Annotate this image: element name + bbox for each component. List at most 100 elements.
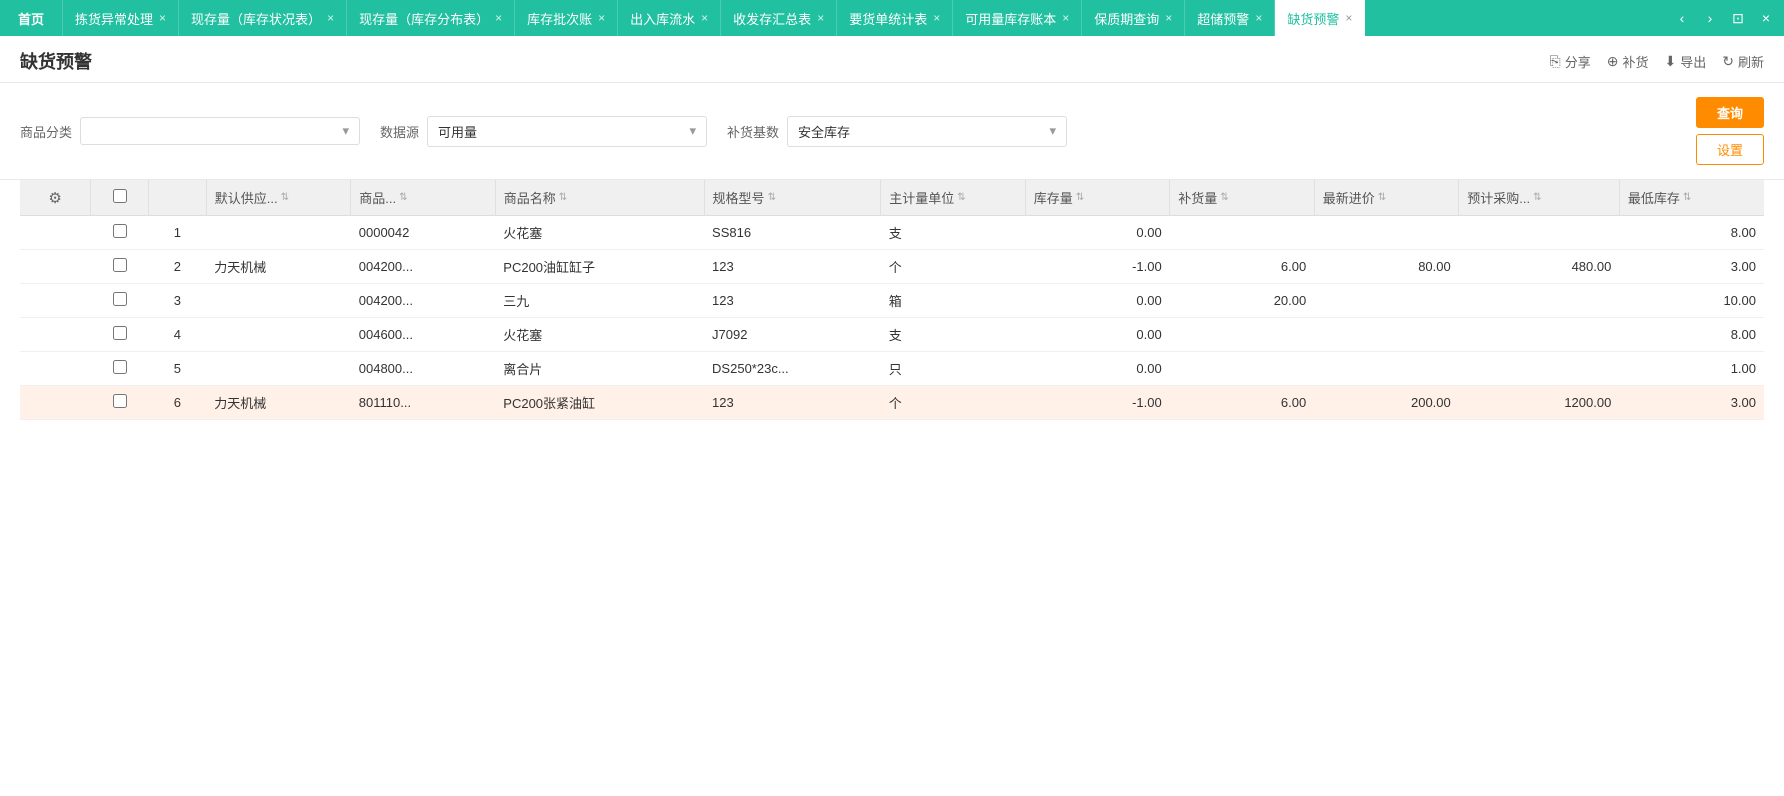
replenish-button[interactable]: ⊕ 补货 [1607, 52, 1649, 71]
table-container: ⚙ 默认供应... ⇅ 商品... [0, 180, 1784, 420]
tab-stock-status[interactable]: 现存量（库存状况表） × [179, 0, 347, 36]
table-row: 3 004200... 三九 123 箱 0.00 20.00 10.00 [20, 284, 1764, 318]
td-checkbox-1 [91, 250, 149, 284]
td-spec-0: SS816 [704, 216, 881, 250]
th-product-name[interactable]: 商品名称 ⇅ [495, 180, 704, 216]
th-default-supplier[interactable]: 默认供应... ⇅ [206, 180, 351, 216]
td-spec-1: 123 [704, 250, 881, 284]
table-row: 6 力天机械 801110... PC200张紧油缸 123 个 -1.00 6… [20, 386, 1764, 420]
td-checkbox-3 [91, 318, 149, 352]
tab-prev-btn[interactable]: ‹ [1668, 4, 1696, 32]
refresh-icon: ↻ [1722, 53, 1734, 70]
sort-supplier-icon: ⇅ [281, 192, 289, 203]
datasource-chevron-icon: ▾ [690, 123, 697, 139]
td-product-code-4: 004800... [351, 352, 496, 386]
export-button[interactable]: ⬇ 导出 [1665, 52, 1707, 71]
tab-batch-account[interactable]: 库存批次账 × [515, 0, 618, 36]
td-settings-1 [20, 250, 91, 284]
td-min-stock-5: 3.00 [1619, 386, 1764, 420]
td-stock-qty-5: -1.00 [1025, 386, 1170, 420]
table-settings-icon[interactable]: ⚙ [28, 189, 82, 207]
tab-overstock[interactable]: 超储预警 × [1185, 0, 1275, 36]
td-supplier-5: 力天机械 [206, 386, 351, 420]
row-checkbox-0[interactable] [113, 224, 127, 238]
datasource-select[interactable]: 可用量 ▾ [427, 116, 707, 147]
replenish-base-filter-group: 补货基数 安全库存 ▾ [727, 116, 1067, 147]
query-button[interactable]: 查询 [1696, 97, 1764, 128]
td-unit-4: 只 [881, 352, 1026, 386]
tab-receipt-summary-close[interactable]: × [817, 11, 824, 25]
th-spec[interactable]: 规格型号 ⇅ [704, 180, 881, 216]
datasource-label: 数据源 [380, 122, 419, 141]
tab-stock-dist[interactable]: 现存量（库存分布表） × [347, 0, 515, 36]
tab-expiry-close[interactable]: × [1165, 11, 1172, 25]
row-checkbox-4[interactable] [113, 360, 127, 374]
td-est-purchase-3 [1459, 318, 1620, 352]
tab-bar: 首页 拣货异常处理 × 现存量（库存状况表） × 现存量（库存分布表） × 库存… [0, 0, 1784, 36]
td-unit-3: 支 [881, 318, 1026, 352]
tab-receipt-summary[interactable]: 收发存汇总表 × [721, 0, 837, 36]
td-settings-2 [20, 284, 91, 318]
row-checkbox-3[interactable] [113, 326, 127, 340]
th-est-purchase[interactable]: 预计采购... ⇅ [1459, 180, 1620, 216]
tab-in-out-flow[interactable]: 出入库流水 × [618, 0, 721, 36]
td-stock-qty-1: -1.00 [1025, 250, 1170, 284]
replenish-base-label: 补货基数 [727, 122, 779, 141]
table-body: 1 0000042 火花塞 SS816 支 0.00 8.00 2 力天机械 0… [20, 216, 1764, 420]
settings-button[interactable]: 设置 [1696, 134, 1764, 165]
tab-batch-account-close[interactable]: × [598, 11, 605, 25]
th-row-num [148, 180, 206, 216]
tab-demand-stat-close[interactable]: × [933, 11, 940, 25]
tab-available-ledger[interactable]: 可用量库存账本 × [953, 0, 1082, 36]
td-replenish-qty-3 [1170, 318, 1315, 352]
row-checkbox-2[interactable] [113, 292, 127, 306]
tab-expiry[interactable]: 保质期查询 × [1082, 0, 1185, 36]
tab-stock-status-close[interactable]: × [327, 11, 334, 25]
td-row-num-0: 1 [148, 216, 206, 250]
datasource-filter-group: 数据源 可用量 ▾ [380, 116, 707, 147]
td-settings-4 [20, 352, 91, 386]
th-settings[interactable]: ⚙ [20, 180, 91, 216]
tab-window-btn[interactable]: ⊡ [1724, 4, 1752, 32]
tab-demand-stat[interactable]: 要货单统计表 × [837, 0, 953, 36]
tab-shortage[interactable]: 缺货预警 × [1275, 0, 1365, 36]
row-checkbox-5[interactable] [113, 394, 127, 408]
td-row-num-4: 5 [148, 352, 206, 386]
select-all-checkbox[interactable] [113, 189, 127, 203]
tab-stock-dist-close[interactable]: × [495, 11, 502, 25]
td-stock-qty-2: 0.00 [1025, 284, 1170, 318]
td-unit-0: 支 [881, 216, 1026, 250]
th-stock-qty[interactable]: 库存量 ⇅ [1025, 180, 1170, 216]
td-supplier-1: 力天机械 [206, 250, 351, 284]
tab-next-btn[interactable]: › [1696, 4, 1724, 32]
page-header: 缺货预警 ⎘ 分享 ⊕ 补货 ⬇ 导出 ↻ 刷新 [0, 36, 1784, 83]
th-replenish-qty[interactable]: 补货量 ⇅ [1170, 180, 1315, 216]
replenish-base-select[interactable]: 安全库存 ▾ [787, 116, 1067, 147]
tab-in-out-flow-close[interactable]: × [701, 11, 708, 25]
refresh-button[interactable]: ↻ 刷新 [1722, 52, 1764, 71]
category-select[interactable]: ▾ [80, 117, 360, 145]
tab-abnormal[interactable]: 拣货异常处理 × [63, 0, 179, 36]
tab-home[interactable]: 首页 [0, 0, 63, 36]
tab-shortage-close[interactable]: × [1345, 11, 1352, 25]
tab-abnormal-close[interactable]: × [159, 11, 166, 25]
td-unit-2: 箱 [881, 284, 1026, 318]
export-icon: ⬇ [1665, 53, 1677, 70]
td-row-num-3: 4 [148, 318, 206, 352]
th-unit[interactable]: 主计量单位 ⇅ [881, 180, 1026, 216]
th-min-stock[interactable]: 最低库存 ⇅ [1619, 180, 1764, 216]
td-product-code-1: 004200... [351, 250, 496, 284]
td-settings-0 [20, 216, 91, 250]
tab-overstock-close[interactable]: × [1255, 11, 1262, 25]
tab-available-ledger-close[interactable]: × [1062, 11, 1069, 25]
td-replenish-qty-0 [1170, 216, 1315, 250]
table-row: 1 0000042 火花塞 SS816 支 0.00 8.00 [20, 216, 1764, 250]
th-product-code[interactable]: 商品... ⇅ [351, 180, 496, 216]
td-min-stock-4: 1.00 [1619, 352, 1764, 386]
row-checkbox-1[interactable] [113, 258, 127, 272]
td-latest-price-3 [1314, 318, 1459, 352]
td-spec-4: DS250*23c... [704, 352, 881, 386]
share-button[interactable]: ⎘ 分享 [1550, 52, 1591, 71]
th-latest-price[interactable]: 最新进价 ⇅ [1314, 180, 1459, 216]
tab-close-all-btn[interactable]: × [1752, 4, 1780, 32]
